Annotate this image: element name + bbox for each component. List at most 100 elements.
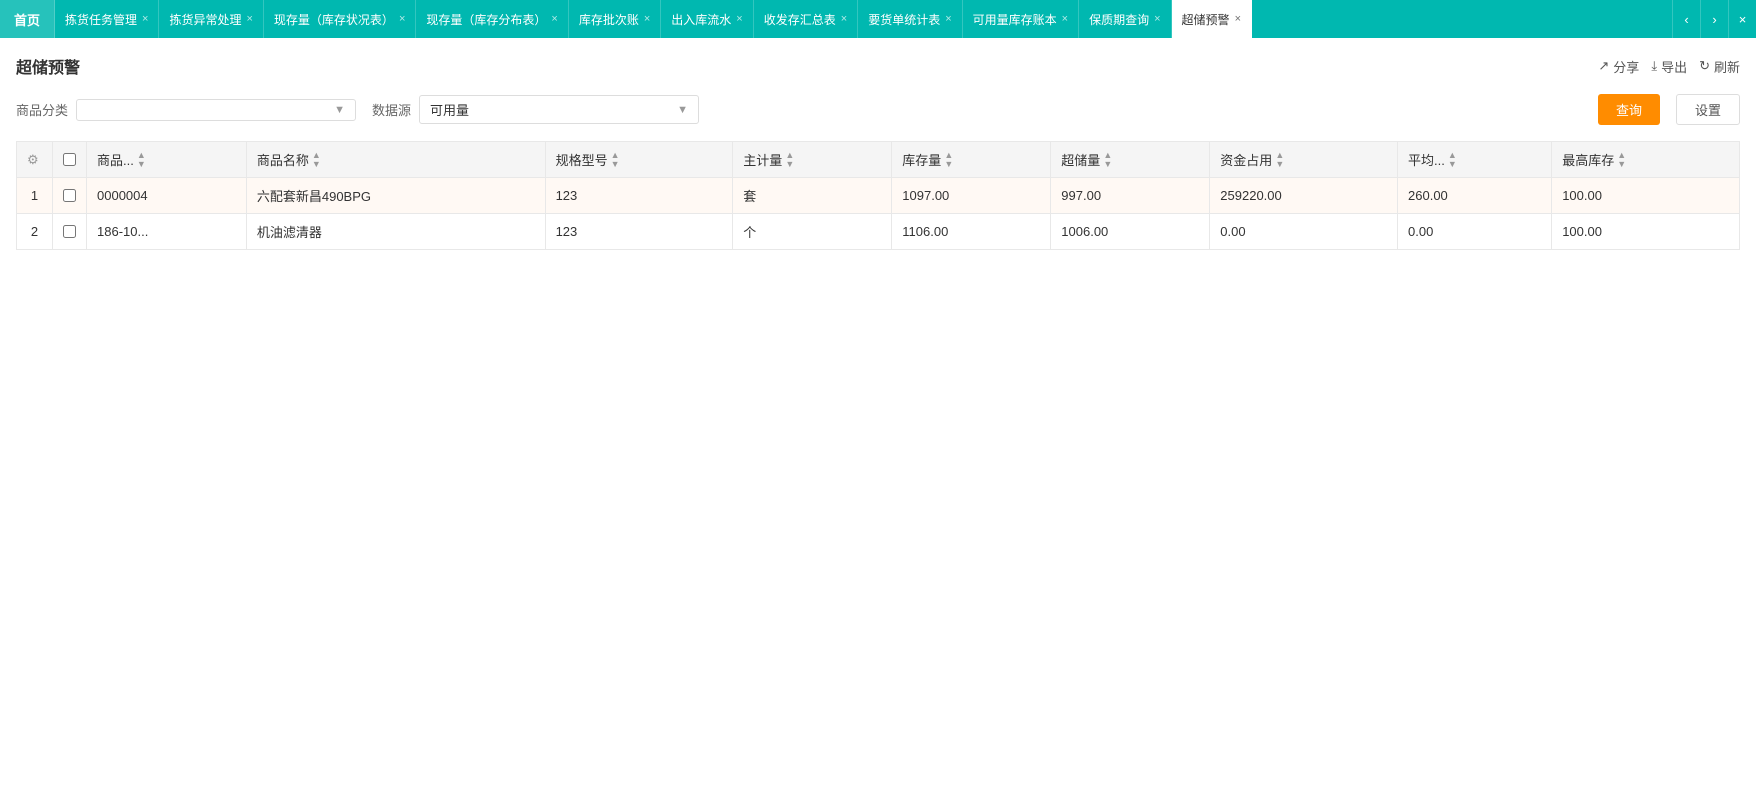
nav-arrows: ‹ › × xyxy=(1672,0,1756,38)
cell-row-1-max-stock: 100.00 xyxy=(1552,214,1740,250)
cell-row-0-product-name: 六配套新昌490BPG xyxy=(246,178,545,214)
sort-spec[interactable]: 规格型号 ▲▼ xyxy=(556,150,620,169)
close-tab-8-icon[interactable]: × xyxy=(1062,13,1068,25)
share-icon: ↗ xyxy=(1598,58,1609,74)
close-tab-10-icon[interactable]: × xyxy=(1235,13,1241,25)
nav-tab-6[interactable]: 收发存汇总表 × xyxy=(754,0,858,38)
chevron-down-icon: ▼ xyxy=(334,104,345,116)
sort-icon-spec: ▲▼ xyxy=(611,151,620,169)
sort-icon-capital-occupied: ▲▼ xyxy=(1275,151,1284,169)
nav-tab-7[interactable]: 要货单统计表 × xyxy=(858,0,962,38)
export-icon: ⤓ xyxy=(1651,58,1657,74)
close-tab-0-icon[interactable]: × xyxy=(142,13,148,25)
table-row: 2186-10...机油滤清器123个1106.001006.000.000.0… xyxy=(17,214,1740,250)
nav-tab-1[interactable]: 拣货异常处理 × xyxy=(159,0,263,38)
nav-tab-9[interactable]: 保质期查询 × xyxy=(1079,0,1171,38)
export-label: 导出 xyxy=(1661,57,1687,76)
data-source-select[interactable]: 可用量 ▼ xyxy=(419,95,699,124)
page-title: 超储预警 xyxy=(16,54,80,78)
nav-tab-3[interactable]: 现存量（库存分布表） × xyxy=(416,0,568,38)
chevron-down-icon-2: ▼ xyxy=(677,104,688,116)
close-tab-7-icon[interactable]: × xyxy=(945,13,951,25)
close-tab-1-icon[interactable]: × xyxy=(246,13,252,25)
nav-tab-5[interactable]: 出入库流水 × xyxy=(661,0,753,38)
close-tab-2-icon[interactable]: × xyxy=(399,13,405,25)
th-stock[interactable]: 库存量 ▲▼ xyxy=(892,142,1051,178)
sort-icon-avg: ▲▼ xyxy=(1448,151,1457,169)
close-tab-3-icon[interactable]: × xyxy=(551,13,557,25)
sort-max-stock[interactable]: 最高库存 ▲▼ xyxy=(1562,150,1626,169)
close-tab-5-icon[interactable]: × xyxy=(736,13,742,25)
nav-next-button[interactable]: › xyxy=(1700,0,1728,38)
query-button[interactable]: 查询 xyxy=(1598,94,1660,125)
filter-row: 商品分类 ▼ 数据源 可用量 ▼ 查询 设置 xyxy=(16,94,1740,125)
select-all-checkbox[interactable] xyxy=(63,153,76,166)
data-table: ⚙ 商品... ▲▼ 商品名称 ▲▼ xyxy=(16,141,1740,250)
cell-row-1-index: 2 xyxy=(17,214,53,250)
share-label: 分享 xyxy=(1613,57,1639,76)
cell-row-1-spec: 123 xyxy=(545,214,733,250)
cell-row-1-over-stock: 1006.00 xyxy=(1051,214,1210,250)
sort-over-stock[interactable]: 超储量 ▲▼ xyxy=(1061,150,1112,169)
th-gear: ⚙ xyxy=(17,142,53,178)
cell-row-0-max-stock: 100.00 xyxy=(1552,178,1740,214)
th-over-stock[interactable]: 超储量 ▲▼ xyxy=(1051,142,1210,178)
cell-row-1-avg: 0.00 xyxy=(1398,214,1552,250)
cell-row-0-over-stock: 997.00 xyxy=(1051,178,1210,214)
sort-product-code[interactable]: 商品... ▲▼ xyxy=(97,150,146,169)
sort-product-name[interactable]: 商品名称 ▲▼ xyxy=(257,150,321,169)
cell-row-0-unit: 套 xyxy=(733,178,892,214)
sort-icon-over-stock: ▲▼ xyxy=(1103,151,1112,169)
product-category-select[interactable]: ▼ xyxy=(76,99,356,121)
close-tab-9-icon[interactable]: × xyxy=(1154,13,1160,25)
sort-avg[interactable]: 平均... ▲▼ xyxy=(1408,150,1457,169)
gear-icon[interactable]: ⚙ xyxy=(27,152,39,167)
share-button[interactable]: ↗ 分享 xyxy=(1598,57,1639,76)
th-product-name[interactable]: 商品名称 ▲▼ xyxy=(246,142,545,178)
nav-tab-4[interactable]: 库存批次账 × xyxy=(569,0,661,38)
row-checkbox-1[interactable] xyxy=(63,225,76,238)
top-navigation: 首页 拣货任务管理 × 拣货异常处理 × 现存量（库存状况表） × 现存量（库存… xyxy=(0,0,1756,38)
sort-icon-product-name: ▲▼ xyxy=(312,151,321,169)
nav-tab-0[interactable]: 拣货任务管理 × xyxy=(55,0,159,38)
th-max-stock[interactable]: 最高库存 ▲▼ xyxy=(1552,142,1740,178)
cell-row-1-product-name: 机油滤清器 xyxy=(246,214,545,250)
page-header: 超储预警 ↗ 分享 ⤓ 导出 ↻ 刷新 xyxy=(16,54,1740,78)
refresh-button[interactable]: ↻ 刷新 xyxy=(1699,57,1740,76)
sort-icon-unit: ▲▼ xyxy=(785,151,794,169)
cell-row-1-product-code: 186-10... xyxy=(87,214,247,250)
sort-unit[interactable]: 主计量 ▲▼ xyxy=(743,150,794,169)
page-content: 超储预警 ↗ 分享 ⤓ 导出 ↻ 刷新 商品分类 ▼ 数据源 xyxy=(0,38,1756,800)
sort-icon-stock: ▲▼ xyxy=(944,151,953,169)
data-source-value: 可用量 xyxy=(430,100,469,119)
cell-row-0-spec: 123 xyxy=(545,178,733,214)
nav-home[interactable]: 首页 xyxy=(0,0,55,38)
cell-row-1-stock: 1106.00 xyxy=(892,214,1051,250)
th-spec[interactable]: 规格型号 ▲▼ xyxy=(545,142,733,178)
sort-icon-max-stock: ▲▼ xyxy=(1617,151,1626,169)
th-capital-occupied[interactable]: 资金占用 ▲▼ xyxy=(1210,142,1398,178)
close-tab-6-icon[interactable]: × xyxy=(841,13,847,25)
nav-tab-8[interactable]: 可用量库存账本 × xyxy=(963,0,1079,38)
nav-tab-2[interactable]: 现存量（库存状况表） × xyxy=(264,0,416,38)
export-button[interactable]: ⤓ 导出 xyxy=(1651,57,1687,76)
row-checkbox-0[interactable] xyxy=(63,189,76,202)
table-header-row: ⚙ 商品... ▲▼ 商品名称 ▲▼ xyxy=(17,142,1740,178)
header-actions: ↗ 分享 ⤓ 导出 ↻ 刷新 xyxy=(1598,57,1740,76)
cell-row-1-check xyxy=(53,214,87,250)
settings-button[interactable]: 设置 xyxy=(1676,94,1740,125)
sort-capital-occupied[interactable]: 资金占用 ▲▼ xyxy=(1220,150,1284,169)
data-source-label: 数据源 xyxy=(372,100,411,119)
nav-close-all-button[interactable]: × xyxy=(1728,0,1756,38)
refresh-label: 刷新 xyxy=(1714,57,1740,76)
nav-tab-10[interactable]: 超储预警 × xyxy=(1172,0,1252,38)
sort-stock[interactable]: 库存量 ▲▼ xyxy=(902,150,953,169)
th-product-code[interactable]: 商品... ▲▼ xyxy=(87,142,247,178)
product-category-label: 商品分类 xyxy=(16,100,68,119)
nav-prev-button[interactable]: ‹ xyxy=(1672,0,1700,38)
th-avg[interactable]: 平均... ▲▼ xyxy=(1398,142,1552,178)
refresh-icon: ↻ xyxy=(1699,58,1710,74)
close-tab-4-icon[interactable]: × xyxy=(644,13,650,25)
th-unit[interactable]: 主计量 ▲▼ xyxy=(733,142,892,178)
product-category-filter: 商品分类 ▼ xyxy=(16,99,356,121)
